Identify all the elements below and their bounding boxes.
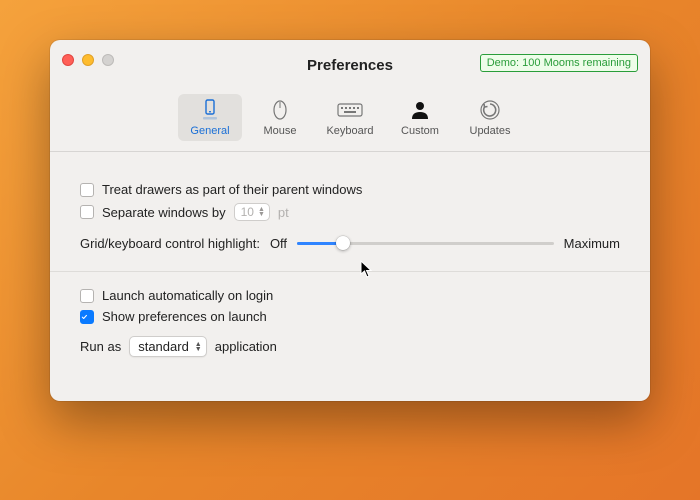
label-run-as-post: application: [215, 339, 277, 354]
general-icon: [196, 98, 224, 122]
minimize-button[interactable]: [82, 54, 94, 66]
section-launch: Launch automatically on login Show prefe…: [80, 276, 620, 379]
tab-mouse[interactable]: Mouse: [248, 94, 312, 141]
label-show-prefs: Show preferences on launch: [102, 309, 267, 324]
label-pt: pt: [278, 205, 289, 220]
keyboard-icon: [336, 98, 364, 122]
tab-custom[interactable]: Custom: [388, 94, 452, 141]
refresh-icon: [476, 98, 504, 122]
label-off: Off: [270, 236, 287, 251]
stepper-value: 10: [241, 205, 254, 219]
tab-general[interactable]: General: [178, 94, 242, 141]
tab-label: General: [190, 125, 229, 137]
chevron-updown-icon: ▲▼: [195, 342, 202, 352]
tab-label: Updates: [470, 125, 511, 137]
checkbox-separate-windows[interactable]: [80, 205, 94, 219]
close-button[interactable]: [62, 54, 74, 66]
divider: [50, 271, 650, 272]
highlight-slider[interactable]: [297, 235, 554, 251]
stepper-arrows-icon: ▲▼: [258, 207, 265, 217]
traffic-lights: [62, 54, 114, 66]
label-launch-login: Launch automatically on login: [102, 288, 273, 303]
titlebar: Preferences Demo: 100 Mooms remaining: [50, 40, 650, 90]
checkbox-show-prefs[interactable]: [80, 310, 94, 324]
zoom-button: [102, 54, 114, 66]
demo-badge: Demo: 100 Mooms remaining: [480, 54, 638, 72]
tab-label: Mouse: [263, 125, 296, 137]
tab-updates[interactable]: Updates: [458, 94, 522, 141]
label-highlight: Grid/keyboard control highlight:: [80, 236, 260, 251]
mouse-icon: [266, 98, 294, 122]
separate-windows-stepper[interactable]: 10 ▲▼: [234, 203, 270, 221]
run-as-select[interactable]: standard ▲▼: [129, 336, 207, 357]
tab-label: Keyboard: [326, 125, 373, 137]
label-treat-drawers: Treat drawers as part of their parent wi…: [102, 182, 362, 197]
label-separate-windows: Separate windows by: [102, 205, 226, 220]
person-icon: [406, 98, 434, 122]
label-maximum: Maximum: [564, 236, 620, 251]
tab-keyboard[interactable]: Keyboard: [318, 94, 382, 141]
preferences-window: Preferences Demo: 100 Mooms remaining Ge…: [50, 40, 650, 401]
label-run-as-pre: Run as: [80, 339, 121, 354]
section-windows: Treat drawers as part of their parent wi…: [80, 170, 620, 267]
window-title: Preferences: [307, 57, 393, 74]
toolbar-tabs: General Mouse Keyboard Custom Updates: [50, 90, 650, 152]
checkbox-treat-drawers[interactable]: [80, 183, 94, 197]
checkbox-launch-login[interactable]: [80, 289, 94, 303]
slider-thumb[interactable]: [336, 236, 350, 250]
tab-label: Custom: [401, 125, 439, 137]
content-general: Treat drawers as part of their parent wi…: [50, 152, 650, 401]
select-value: standard: [138, 339, 189, 354]
